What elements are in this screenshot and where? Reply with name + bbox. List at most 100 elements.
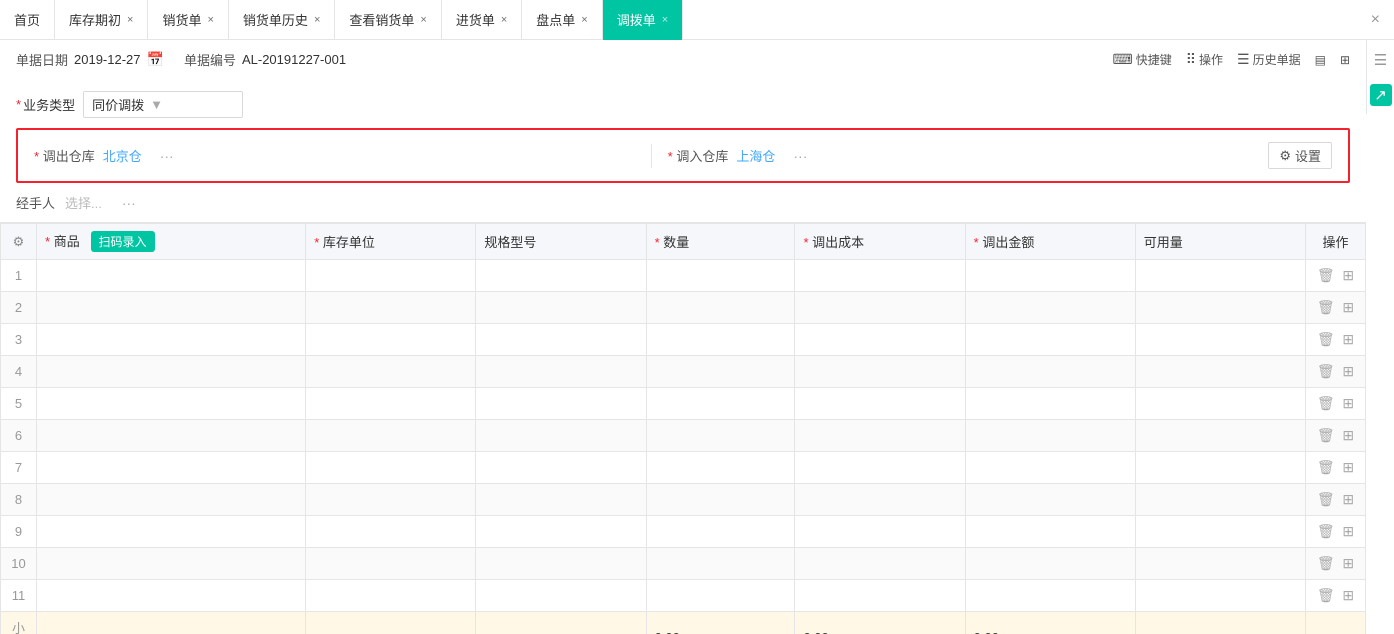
unit-cell-9[interactable] [306, 516, 476, 548]
amount-cell-3[interactable] [965, 324, 1135, 356]
in-warehouse-value[interactable]: 上海仓 [736, 146, 775, 165]
qty-cell-10[interactable] [646, 548, 795, 580]
amount-cell-10[interactable] [965, 548, 1135, 580]
calendar-icon[interactable]: 📅 [147, 51, 164, 68]
cost-cell-11[interactable] [795, 580, 965, 612]
gear-icon[interactable]: ⚙ [13, 234, 25, 249]
cost-cell-9[interactable] [795, 516, 965, 548]
copy-icon-4[interactable]: ⊞ [1342, 363, 1354, 379]
person-more-button[interactable]: ··· [122, 195, 136, 211]
cost-cell-3[interactable] [795, 324, 965, 356]
product-cell-11[interactable] [37, 580, 306, 612]
tab-transfer[interactable]: 调拨单 × [603, 0, 683, 40]
unit-cell-7[interactable] [306, 452, 476, 484]
in-warehouse-more-button[interactable]: ··· [793, 148, 807, 164]
cost-cell-6[interactable] [795, 420, 965, 452]
delete-icon-1[interactable]: 🗑 [1317, 267, 1335, 283]
delete-icon-5[interactable]: 🗑 [1317, 395, 1335, 411]
qty-cell-6[interactable] [646, 420, 795, 452]
tab-inventory-init[interactable]: 库存期初 × [55, 0, 148, 40]
qty-cell-11[interactable] [646, 580, 795, 612]
cost-cell-7[interactable] [795, 452, 965, 484]
delete-icon-2[interactable]: 🗑 [1317, 299, 1335, 315]
layout-button2[interactable]: ⊞ [1340, 53, 1350, 67]
spec-cell-4[interactable] [476, 356, 646, 388]
copy-icon-2[interactable]: ⊞ [1342, 299, 1354, 315]
qty-cell-2[interactable] [646, 292, 795, 324]
spec-cell-10[interactable] [476, 548, 646, 580]
tab-sales-order[interactable]: 销货单 × [148, 0, 228, 40]
spec-cell-5[interactable] [476, 388, 646, 420]
spec-cell-9[interactable] [476, 516, 646, 548]
cost-cell-5[interactable] [795, 388, 965, 420]
th-gear[interactable]: ⚙ [1, 224, 37, 260]
cost-cell-10[interactable] [795, 548, 965, 580]
tab-sales-history[interactable]: 销货单历史 × [229, 0, 335, 40]
spec-cell-2[interactable] [476, 292, 646, 324]
tab-close-sales-order[interactable]: × [207, 14, 213, 26]
tab-close-inventory-init[interactable]: × [127, 14, 133, 26]
copy-icon-3[interactable]: ⊞ [1342, 331, 1354, 347]
spec-cell-7[interactable] [476, 452, 646, 484]
delete-icon-4[interactable]: 🗑 [1317, 363, 1335, 379]
amount-cell-11[interactable] [965, 580, 1135, 612]
qty-cell-4[interactable] [646, 356, 795, 388]
out-warehouse-more-button[interactable]: ··· [160, 148, 174, 164]
delete-icon-10[interactable]: 🗑 [1317, 555, 1335, 571]
qty-cell-1[interactable] [646, 260, 795, 292]
unit-cell-4[interactable] [306, 356, 476, 388]
tab-close-transfer[interactable]: × [662, 14, 668, 26]
product-cell-5[interactable] [37, 388, 306, 420]
tab-view-sales[interactable]: 查看销货单 × [335, 0, 441, 40]
tab-home[interactable]: 首页 [0, 0, 55, 40]
copy-icon-8[interactable]: ⊞ [1342, 491, 1354, 507]
product-cell-2[interactable] [37, 292, 306, 324]
amount-cell-1[interactable] [965, 260, 1135, 292]
product-cell-1[interactable] [37, 260, 306, 292]
tab-purchase-order[interactable]: 进货单 × [442, 0, 522, 40]
spec-cell-6[interactable] [476, 420, 646, 452]
unit-cell-6[interactable] [306, 420, 476, 452]
qty-cell-7[interactable] [646, 452, 795, 484]
shortcuts-button[interactable]: ⌨ 快捷键 [1113, 51, 1172, 68]
copy-icon-6[interactable]: ⊞ [1342, 427, 1354, 443]
unit-cell-8[interactable] [306, 484, 476, 516]
unit-cell-5[interactable] [306, 388, 476, 420]
cost-cell-4[interactable] [795, 356, 965, 388]
delete-icon-3[interactable]: 🗑 [1317, 331, 1335, 347]
product-cell-6[interactable] [37, 420, 306, 452]
copy-icon-9[interactable]: ⊞ [1342, 523, 1354, 539]
copy-icon-5[interactable]: ⊞ [1342, 395, 1354, 411]
tab-close-purchase-order[interactable]: × [501, 14, 507, 26]
out-warehouse-value[interactable]: 北京仓 [103, 146, 142, 165]
qty-cell-3[interactable] [646, 324, 795, 356]
copy-icon-1[interactable]: ⊞ [1342, 267, 1354, 283]
window-close-button[interactable]: × [1357, 11, 1394, 29]
amount-cell-2[interactable] [965, 292, 1135, 324]
amount-cell-8[interactable] [965, 484, 1135, 516]
unit-cell-3[interactable] [306, 324, 476, 356]
unit-cell-10[interactable] [306, 548, 476, 580]
copy-icon-7[interactable]: ⊞ [1342, 459, 1354, 475]
cost-cell-2[interactable] [795, 292, 965, 324]
amount-cell-9[interactable] [965, 516, 1135, 548]
business-type-select[interactable]: 同价调拨 ▼ [83, 91, 243, 118]
delete-icon-9[interactable]: 🗑 [1317, 523, 1335, 539]
qty-cell-9[interactable] [646, 516, 795, 548]
product-cell-9[interactable] [37, 516, 306, 548]
amount-cell-5[interactable] [965, 388, 1135, 420]
product-cell-3[interactable] [37, 324, 306, 356]
operations-button[interactable]: ⠿ 操作 [1186, 51, 1223, 68]
qty-cell-5[interactable] [646, 388, 795, 420]
tab-close-sales-history[interactable]: × [314, 14, 320, 26]
product-cell-4[interactable] [37, 356, 306, 388]
tab-inventory-check[interactable]: 盘点单 × [522, 0, 602, 40]
delete-icon-6[interactable]: 🗑 [1317, 427, 1335, 443]
delete-icon-8[interactable]: 🗑 [1317, 491, 1335, 507]
layout-button1[interactable]: ▤ [1315, 53, 1326, 67]
unit-cell-1[interactable] [306, 260, 476, 292]
amount-cell-7[interactable] [965, 452, 1135, 484]
amount-cell-4[interactable] [965, 356, 1135, 388]
cost-cell-1[interactable] [795, 260, 965, 292]
copy-icon-11[interactable]: ⊞ [1342, 587, 1354, 603]
